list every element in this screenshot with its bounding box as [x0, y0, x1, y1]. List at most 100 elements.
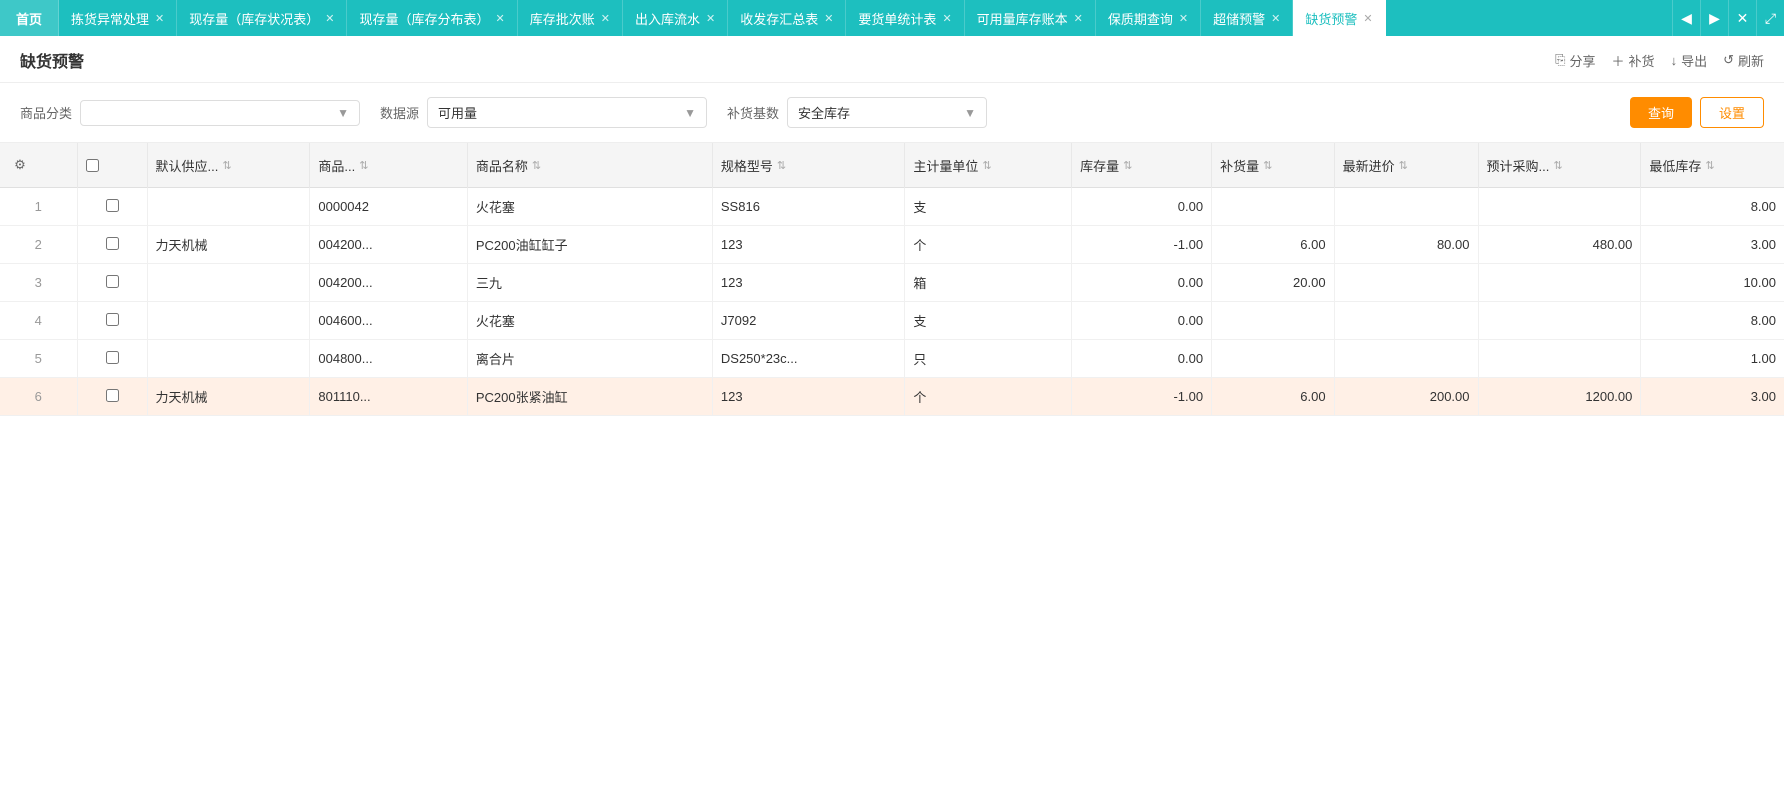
close-icon-6[interactable]: ✕ [824, 12, 833, 25]
row-code-5: 801110... [310, 378, 468, 416]
th-min-stock-label: 最低库存 [1649, 156, 1701, 175]
filter-bar: 商品分类 ▼ 数据源 可用量 ▼ 补货基数 安全库存 ▼ 查询 设置 [0, 83, 1784, 143]
row-stock-2: 0.00 [1072, 264, 1212, 302]
nav-tab-9[interactable]: 保质期查询 ✕ [1096, 0, 1201, 36]
row-replenish-5: 6.00 [1212, 378, 1335, 416]
tab-label-9: 保质期查询 [1108, 9, 1173, 28]
row-check-cell-2 [77, 264, 147, 302]
row-check-cell-5 [77, 378, 147, 416]
supplier-sort-icon: ⇅ [222, 159, 231, 172]
row-price-2 [1334, 264, 1478, 302]
export-button[interactable]: ↓ 导出 [1671, 51, 1708, 70]
row-num-1: 2 [0, 226, 77, 264]
min-sort-icon: ⇅ [1705, 159, 1714, 172]
nav-arrows: ◀ ▶ ✕ ⤢ [1672, 0, 1784, 36]
th-min-stock[interactable]: 最低库存 ⇅ [1641, 143, 1784, 188]
replenish-base-label: 补货基数 [727, 103, 779, 122]
row-code-0: 0000042 [310, 188, 468, 226]
close-icon-8[interactable]: ✕ [1074, 12, 1083, 25]
row-spec-0: SS816 [712, 188, 905, 226]
share-button[interactable]: ⎘ 分享 [1555, 51, 1595, 70]
code-sort-icon: ⇅ [359, 159, 368, 172]
nav-bar: 首页 拣货异常处理 ✕ 现存量（库存状况表） ✕ 现存量（库存分布表） ✕ 库存… [0, 0, 1784, 36]
table-row: 1 0000042 火花塞 SS816 支 0.00 8.00 [0, 188, 1784, 226]
refresh-button[interactable]: ↺ 刷新 [1723, 51, 1764, 70]
row-plan-2 [1478, 264, 1641, 302]
nav-tab-1[interactable]: 拣货异常处理 ✕ [59, 0, 177, 36]
th-unit[interactable]: 主计量单位 ⇅ [905, 143, 1072, 188]
row-stock-4: 0.00 [1072, 340, 1212, 378]
close-icon-10[interactable]: ✕ [1271, 12, 1280, 25]
th-price[interactable]: 最新进价 ⇅ [1334, 143, 1478, 188]
nav-close-button[interactable]: ✕ [1728, 0, 1756, 36]
nav-tab-11[interactable]: 缺货预警 ✕ [1293, 0, 1385, 36]
nav-tab-3[interactable]: 现存量（库存分布表） ✕ [347, 0, 517, 36]
th-supplier[interactable]: 默认供应... ⇅ [147, 143, 310, 188]
settings-button[interactable]: 设置 [1700, 97, 1764, 128]
nav-tab-home[interactable]: 首页 [0, 0, 59, 36]
gear-icon[interactable]: ⚙ [8, 153, 32, 177]
tab-label-3: 现存量（库存分布表） [359, 9, 489, 28]
close-icon-1[interactable]: ✕ [155, 12, 164, 25]
nav-tab-7[interactable]: 要货单统计表 ✕ [846, 0, 964, 36]
nav-tab-4[interactable]: 库存批次账 ✕ [518, 0, 623, 36]
nav-tab-10[interactable]: 超储预警 ✕ [1201, 0, 1293, 36]
close-icon-7[interactable]: ✕ [942, 12, 951, 25]
row-replenish-0 [1212, 188, 1335, 226]
refresh-label: 刷新 [1738, 51, 1764, 70]
select-all-checkbox[interactable] [86, 159, 99, 172]
data-source-select[interactable]: 可用量 ▼ [427, 97, 707, 128]
row-num-0: 1 [0, 188, 77, 226]
replenish-button[interactable]: ＋ 补货 [1612, 51, 1655, 70]
th-code[interactable]: 商品... ⇅ [310, 143, 468, 188]
th-price-label: 最新进价 [1343, 156, 1395, 175]
row-checkbox-5[interactable] [106, 389, 119, 402]
close-icon-11[interactable]: ✕ [1363, 12, 1372, 25]
data-source-value: 可用量 [438, 103, 477, 122]
row-price-0 [1334, 188, 1478, 226]
close-icon-5[interactable]: ✕ [706, 12, 715, 25]
row-checkbox-3[interactable] [106, 313, 119, 326]
th-spec-label: 规格型号 [721, 156, 773, 175]
commodity-type-label: 商品分类 [20, 103, 72, 122]
nav-tab-2[interactable]: 现存量（库存状况表） ✕ [177, 0, 347, 36]
row-name-3: 火花塞 [467, 302, 712, 340]
th-name[interactable]: 商品名称 ⇅ [467, 143, 712, 188]
row-spec-2: 123 [712, 264, 905, 302]
row-checkbox-0[interactable] [106, 199, 119, 212]
th-replenish[interactable]: 补货量 ⇅ [1212, 143, 1335, 188]
nav-prev-button[interactable]: ◀ [1672, 0, 1700, 36]
close-icon-2[interactable]: ✕ [325, 12, 334, 25]
row-supplier-4 [147, 340, 310, 378]
nav-tab-5[interactable]: 出入库流水 ✕ [623, 0, 728, 36]
refresh-icon: ↺ [1723, 52, 1734, 68]
row-check-cell-0 [77, 188, 147, 226]
row-spec-1: 123 [712, 226, 905, 264]
close-icon-4[interactable]: ✕ [601, 12, 610, 25]
nav-tab-8[interactable]: 可用量库存账本 ✕ [965, 0, 1096, 36]
row-num-2: 3 [0, 264, 77, 302]
nav-tab-6[interactable]: 收发存汇总表 ✕ [728, 0, 846, 36]
close-icon-3[interactable]: ✕ [496, 12, 505, 25]
nav-next-button[interactable]: ▶ [1700, 0, 1728, 36]
th-stock[interactable]: 库存量 ⇅ [1072, 143, 1212, 188]
unit-sort-icon: ⇅ [982, 159, 991, 172]
row-num-3: 4 [0, 302, 77, 340]
row-spec-4: DS250*23c... [712, 340, 905, 378]
row-checkbox-1[interactable] [106, 237, 119, 250]
close-icon-9[interactable]: ✕ [1179, 12, 1188, 25]
row-checkbox-2[interactable] [106, 275, 119, 288]
commodity-type-select[interactable]: ▼ [80, 100, 360, 126]
row-min-2: 10.00 [1641, 264, 1784, 302]
row-checkbox-4[interactable] [106, 351, 119, 364]
row-code-3: 004600... [310, 302, 468, 340]
row-supplier-2 [147, 264, 310, 302]
export-icon: ↓ [1671, 53, 1678, 68]
th-spec[interactable]: 规格型号 ⇅ [712, 143, 905, 188]
query-button[interactable]: 查询 [1630, 97, 1692, 128]
tab-label-7: 要货单统计表 [858, 9, 936, 28]
row-name-0: 火花塞 [467, 188, 712, 226]
th-plan[interactable]: 预计采购... ⇅ [1478, 143, 1641, 188]
replenish-base-select[interactable]: 安全库存 ▼ [787, 97, 987, 128]
nav-expand-button[interactable]: ⤢ [1756, 0, 1784, 36]
